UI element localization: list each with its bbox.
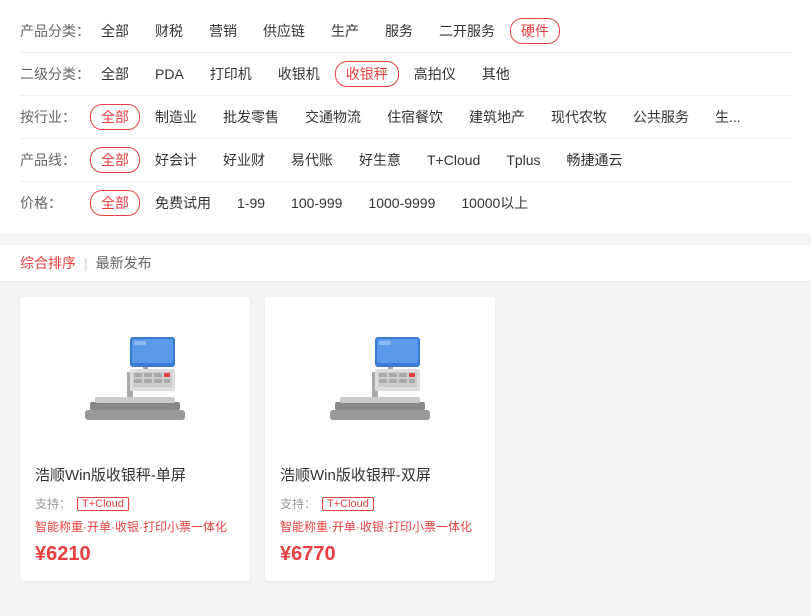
subcategory-label: 二级分类：: [20, 64, 90, 84]
price-label: 价格：: [20, 193, 90, 213]
category-label: 产品分类：: [20, 21, 90, 41]
filter-item-category-7[interactable]: 硬件: [510, 18, 560, 44]
filter-item-industry-3[interactable]: 交通物流: [294, 104, 372, 130]
filter-item-subcategory-0[interactable]: 全部: [90, 61, 140, 87]
filter-item-price-0[interactable]: 全部: [90, 190, 140, 216]
filter-item-productline-0[interactable]: 全部: [90, 147, 140, 173]
filter-section: 产品分类： 全部财税营销供应链生产服务二开服务硬件 二级分类： 全部PDA打印机…: [0, 0, 811, 235]
filter-item-industry-2[interactable]: 批发零售: [212, 104, 290, 130]
sort-divider: |: [84, 255, 88, 271]
industry-filter-row: 按行业： 全部制造业批发零售交通物流住宿餐饮建筑地产现代农牧公共服务生...: [20, 96, 791, 139]
support-label: 支持：: [35, 495, 71, 512]
support-tag: T+Cloud: [322, 497, 374, 511]
product-card-0[interactable]: 浩顺Win版收银秤-单屏 支持： T+Cloud 智能称重·开单·收银·打印小票…: [20, 297, 250, 581]
filter-item-subcategory-1[interactable]: PDA: [144, 63, 195, 85]
filter-item-productline-2[interactable]: 好业财: [212, 147, 276, 173]
filter-item-price-5[interactable]: 10000以上: [450, 190, 539, 216]
filter-item-industry-6[interactable]: 现代农牧: [540, 104, 618, 130]
productline-label: 产品线：: [20, 150, 90, 170]
filter-item-productline-5[interactable]: T+Cloud: [416, 149, 491, 171]
filter-item-industry-8[interactable]: 生...: [704, 104, 752, 130]
product-price: ¥6210: [35, 543, 235, 566]
price-items: 全部免费试用1-99100-9991000-999910000以上: [90, 190, 539, 216]
filter-item-productline-3[interactable]: 易代账: [280, 147, 344, 173]
filter-item-price-3[interactable]: 100-999: [280, 192, 353, 214]
filter-item-subcategory-3[interactable]: 收银机: [267, 61, 331, 87]
product-support: 支持： T+Cloud: [35, 495, 235, 512]
product-support: 支持： T+Cloud: [280, 495, 480, 512]
product-image: [280, 312, 480, 452]
filter-item-productline-6[interactable]: Tplus: [495, 149, 551, 171]
pos-machine-icon: [320, 327, 440, 437]
filter-item-category-6[interactable]: 二开服务: [428, 18, 506, 44]
product-card-1[interactable]: 浩顺Win版收银秤-双屏 支持： T+Cloud 智能称重·开单·收银·打印小票…: [265, 297, 495, 581]
sort-comprehensive[interactable]: 综合排序: [20, 253, 76, 273]
category-filter-row: 产品分类： 全部财税营销供应链生产服务二开服务硬件: [20, 10, 791, 53]
product-title: 浩顺Win版收银秤-双屏: [280, 464, 480, 485]
support-tag: T+Cloud: [77, 497, 129, 511]
subcategory-filter-row: 二级分类： 全部PDA打印机收银机收银秤高拍仪其他: [20, 53, 791, 96]
productline-items: 全部好会计好业财易代账好生意T+CloudTplus畅捷通云: [90, 147, 634, 173]
price-filter-row: 价格： 全部免费试用1-99100-9991000-999910000以上: [20, 182, 791, 224]
filter-item-subcategory-2[interactable]: 打印机: [199, 61, 263, 87]
filter-item-industry-7[interactable]: 公共服务: [622, 104, 700, 130]
sort-bar: 综合排序 | 最新发布: [0, 245, 811, 282]
product-image: [35, 312, 235, 452]
filter-item-industry-4[interactable]: 住宿餐饮: [376, 104, 454, 130]
filter-item-category-3[interactable]: 供应链: [252, 18, 316, 44]
pos-machine-icon: [75, 327, 195, 437]
subcategory-items: 全部PDA打印机收银机收银秤高拍仪其他: [90, 61, 521, 87]
industry-items: 全部制造业批发零售交通物流住宿餐饮建筑地产现代农牧公共服务生...: [90, 104, 752, 130]
filter-item-category-0[interactable]: 全部: [90, 18, 140, 44]
filter-item-category-5[interactable]: 服务: [374, 18, 424, 44]
filter-item-subcategory-6[interactable]: 其他: [471, 61, 521, 87]
filter-item-industry-5[interactable]: 建筑地产: [458, 104, 536, 130]
filter-item-price-2[interactable]: 1-99: [226, 192, 276, 214]
filter-item-category-4[interactable]: 生产: [320, 18, 370, 44]
filter-item-subcategory-5[interactable]: 高拍仪: [403, 61, 467, 87]
support-label: 支持：: [280, 495, 316, 512]
filter-item-subcategory-4[interactable]: 收银秤: [335, 61, 399, 87]
filter-item-price-4[interactable]: 1000-9999: [357, 192, 446, 214]
filter-item-productline-7[interactable]: 畅捷通云: [556, 147, 634, 173]
filter-item-category-2[interactable]: 营销: [198, 18, 248, 44]
industry-label: 按行业：: [20, 107, 90, 127]
filter-item-category-1[interactable]: 财税: [144, 18, 194, 44]
product-title: 浩顺Win版收银秤-单屏: [35, 464, 235, 485]
product-desc: 智能称重·开单·收银·打印小票一体化: [280, 518, 480, 535]
product-price: ¥6770: [280, 543, 480, 566]
filter-item-productline-1[interactable]: 好会计: [144, 147, 208, 173]
product-grid: 浩顺Win版收银秤-单屏 支持： T+Cloud 智能称重·开单·收银·打印小票…: [0, 282, 811, 596]
filter-item-industry-1[interactable]: 制造业: [144, 104, 208, 130]
product-desc: 智能称重·开单·收银·打印小票一体化: [35, 518, 235, 535]
filter-item-price-1[interactable]: 免费试用: [144, 190, 222, 216]
sort-latest[interactable]: 最新发布: [96, 253, 152, 273]
productline-filter-row: 产品线： 全部好会计好业财易代账好生意T+CloudTplus畅捷通云: [20, 139, 791, 182]
category-items: 全部财税营销供应链生产服务二开服务硬件: [90, 18, 560, 44]
filter-item-productline-4[interactable]: 好生意: [348, 147, 412, 173]
filter-item-industry-0[interactable]: 全部: [90, 104, 140, 130]
